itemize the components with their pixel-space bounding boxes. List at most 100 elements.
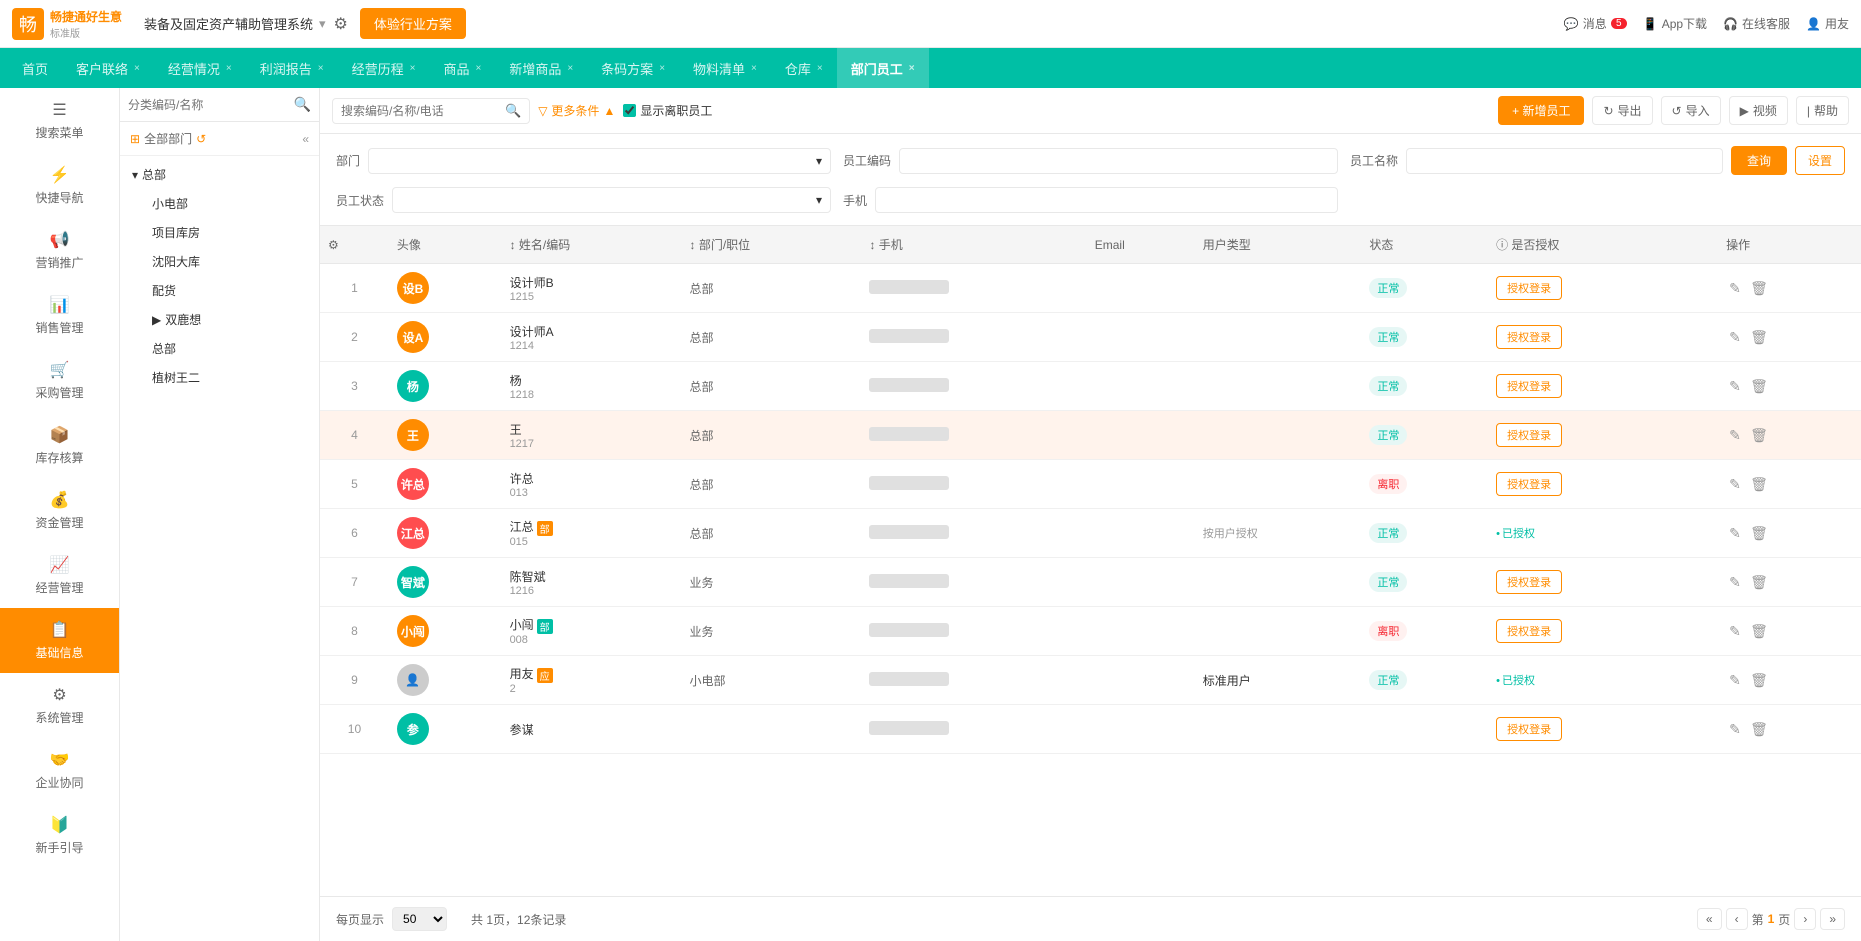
col-phone[interactable]: ↕ 手机: [861, 226, 1086, 264]
prev-page-button[interactable]: ‹: [1726, 908, 1748, 930]
delete-button[interactable]: 🗑: [1750, 378, 1768, 394]
delete-button[interactable]: 🗑: [1750, 721, 1768, 737]
dept-item-shuanglu[interactable]: ▶双鹿想: [140, 305, 319, 334]
filter-search-button[interactable]: 查询: [1731, 146, 1787, 175]
edit-button[interactable]: ✎: [1729, 378, 1741, 394]
nav-tab-物料清单[interactable]: 物料清单×: [679, 48, 771, 88]
sidebar-item-guide[interactable]: 🔰新手引导: [0, 803, 119, 868]
edit-button[interactable]: ✎: [1729, 623, 1741, 639]
delete-button[interactable]: 🗑: [1750, 476, 1768, 492]
auth-login-button[interactable]: 授权登录: [1496, 619, 1562, 643]
more-filter-button[interactable]: ▽ 更多条件 ▲: [538, 102, 615, 119]
show-resigned-checkbox[interactable]: [623, 104, 636, 117]
nav-tab-close-商品[interactable]: ×: [475, 63, 481, 74]
filter-dept-select[interactable]: ▾: [368, 148, 831, 174]
nav-tab-close-仓库[interactable]: ×: [817, 63, 823, 74]
nav-tab-客户联络[interactable]: 客户联络×: [62, 48, 154, 88]
filter-status-select[interactable]: ▾: [392, 187, 831, 213]
filter-set-button[interactable]: 设置: [1795, 146, 1845, 175]
delete-button[interactable]: 🗑: [1750, 329, 1768, 345]
edit-button[interactable]: ✎: [1729, 329, 1741, 345]
filter-empname-input[interactable]: [1406, 148, 1723, 174]
nav-tab-条码方案[interactable]: 条码方案×: [587, 48, 679, 88]
dept-collapse-btn[interactable]: «: [302, 132, 309, 146]
support-button[interactable]: 🎧 在线客服: [1723, 15, 1790, 32]
dept-item-zhishu[interactable]: 植树王二: [140, 363, 319, 392]
nav-tab-新增商品[interactable]: 新增商品×: [495, 48, 587, 88]
col-name[interactable]: ↕ 姓名/编码: [502, 226, 682, 264]
video-button[interactable]: ▶ 视频: [1729, 96, 1788, 125]
app-download-button[interactable]: 📱 App下载: [1643, 15, 1707, 32]
delete-button[interactable]: 🗑: [1750, 525, 1768, 541]
nav-tab-经营情况[interactable]: 经营情况×: [154, 48, 246, 88]
edit-button[interactable]: ✎: [1729, 525, 1741, 541]
nav-tab-close-部门员工[interactable]: ×: [909, 63, 915, 74]
delete-button[interactable]: 🗑: [1750, 672, 1768, 688]
auth-login-button[interactable]: 授权登录: [1496, 276, 1562, 300]
sidebar-item-search[interactable]: ☰搜索菜单: [0, 88, 119, 153]
nav-tab-close-客户联络[interactable]: ×: [134, 63, 140, 74]
dept-item-zongbu[interactable]: 总部: [140, 334, 319, 363]
nav-tab-首页[interactable]: 首页: [8, 48, 62, 88]
add-employee-button[interactable]: + 新增员工: [1498, 96, 1584, 125]
employee-search-input[interactable]: [341, 104, 501, 118]
delete-button[interactable]: 🗑: [1750, 574, 1768, 590]
edit-button[interactable]: ✎: [1729, 721, 1741, 737]
nav-tab-close-经营历程[interactable]: ×: [410, 63, 416, 74]
auth-login-button[interactable]: 授权登录: [1496, 717, 1562, 741]
edit-button[interactable]: ✎: [1729, 280, 1741, 296]
edit-button[interactable]: ✎: [1729, 672, 1741, 688]
edit-button[interactable]: ✎: [1729, 574, 1741, 590]
nav-tab-close-条码方案[interactable]: ×: [659, 63, 665, 74]
nav-tab-商品[interactable]: 商品×: [429, 48, 495, 88]
per-page-select[interactable]: 50 100 200: [392, 907, 447, 931]
dept-item-peihuo[interactable]: 配货: [140, 276, 319, 305]
dept-item-xiaodian[interactable]: 小电部: [140, 189, 319, 218]
auth-login-button[interactable]: 授权登录: [1496, 570, 1562, 594]
sidebar-item-sales[interactable]: 📊销售管理: [0, 283, 119, 348]
employee-search-icon[interactable]: 🔍: [505, 103, 521, 119]
nav-tab-仓库[interactable]: 仓库×: [771, 48, 837, 88]
dept-item-xiangmu[interactable]: 项目库房: [140, 218, 319, 247]
delete-button[interactable]: 🗑: [1750, 623, 1768, 639]
filter-empcode-input[interactable]: [899, 148, 1338, 174]
delete-button[interactable]: 🗑: [1750, 280, 1768, 296]
auth-login-button[interactable]: 授权登录: [1496, 472, 1562, 496]
col-dept[interactable]: ↕ 部门/职位: [682, 226, 862, 264]
sidebar-item-system[interactable]: ⚙系统管理: [0, 673, 119, 738]
auth-login-button[interactable]: 授权登录: [1496, 423, 1562, 447]
dept-header-label[interactable]: 全部部门: [144, 130, 192, 147]
nav-tab-close-利润报告[interactable]: ×: [318, 63, 324, 74]
nav-tab-部门员工[interactable]: 部门员工×: [837, 48, 929, 88]
user-button[interactable]: 👤 用友: [1806, 15, 1849, 32]
sidebar-item-basic[interactable]: 📋基础信息: [0, 608, 119, 673]
help-button[interactable]: | 帮助: [1796, 96, 1849, 125]
nav-tab-close-新增商品[interactable]: ×: [567, 63, 573, 74]
sidebar-item-purchase[interactable]: 🛒采购管理: [0, 348, 119, 413]
dept-item-shenyang[interactable]: 沈阳大库: [140, 247, 319, 276]
sidebar-item-nav[interactable]: ⚡快捷导航: [0, 153, 119, 218]
sidebar-item-operation[interactable]: 📈经营管理: [0, 543, 119, 608]
sidebar-item-collab[interactable]: 🤝企业协同: [0, 738, 119, 803]
sidebar-item-finance[interactable]: 💰资金管理: [0, 478, 119, 543]
dept-search-input[interactable]: [128, 98, 294, 112]
export-button[interactable]: ↻ 导出: [1592, 96, 1652, 125]
import-button[interactable]: ↺ 导入: [1661, 96, 1721, 125]
dept-item-root[interactable]: ▾ 总部: [120, 160, 319, 189]
sidebar-item-inventory[interactable]: 📦库存核算: [0, 413, 119, 478]
delete-button[interactable]: 🗑: [1750, 427, 1768, 443]
nav-tab-close-物料清单[interactable]: ×: [751, 63, 757, 74]
message-button[interactable]: 💬 消息 5: [1564, 15, 1627, 32]
dropdown-arrow-system[interactable]: ▾: [319, 16, 326, 32]
trial-button[interactable]: 体验行业方案: [360, 8, 466, 39]
first-page-button[interactable]: «: [1697, 908, 1722, 930]
nav-tab-经营历程[interactable]: 经营历程×: [338, 48, 430, 88]
gear-icon[interactable]: ⚙: [334, 14, 348, 34]
last-page-button[interactable]: »: [1820, 908, 1845, 930]
col-settings[interactable]: ⚙: [320, 226, 389, 264]
edit-button[interactable]: ✎: [1729, 476, 1741, 492]
filter-phone-input[interactable]: [875, 187, 1338, 213]
auth-login-button[interactable]: 授权登录: [1496, 374, 1562, 398]
next-page-button[interactable]: ›: [1794, 908, 1816, 930]
nav-tab-利润报告[interactable]: 利润报告×: [246, 48, 338, 88]
